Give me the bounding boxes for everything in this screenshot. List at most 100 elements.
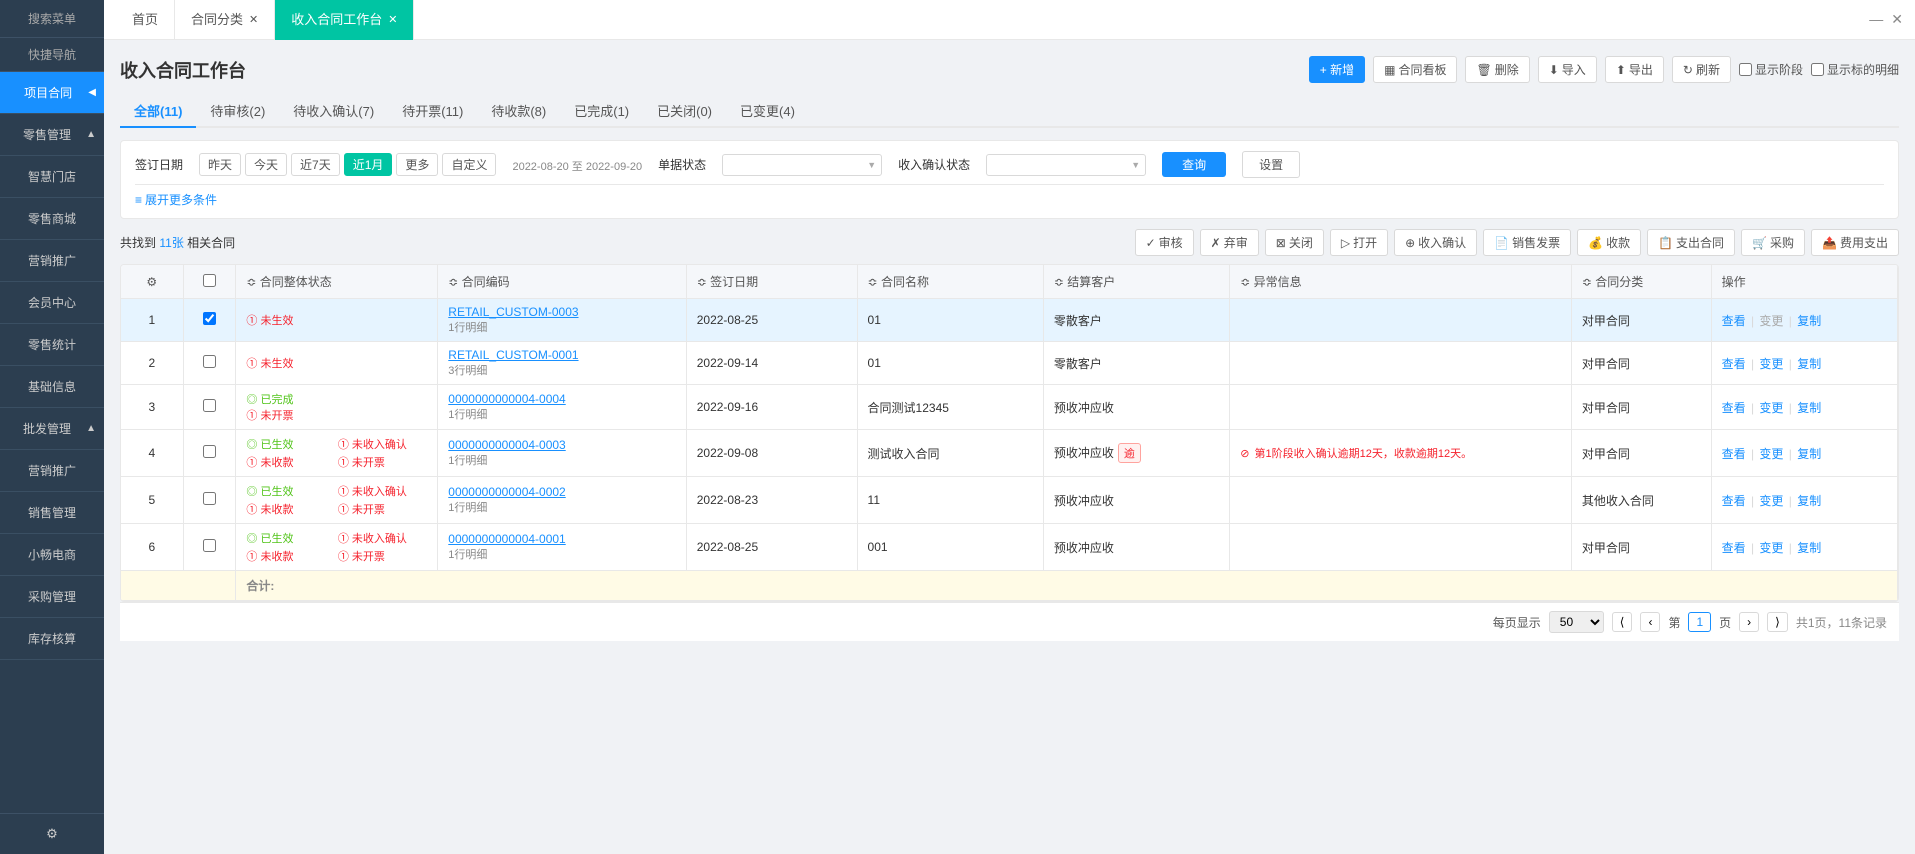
op-变更[interactable]: 变更	[1759, 314, 1783, 328]
contract-code-link[interactable]: RETAIL_CUSTOM-0003	[448, 305, 578, 319]
op-复制[interactable]: 复制	[1797, 447, 1821, 461]
col-header-check[interactable]	[183, 265, 236, 299]
op-变更[interactable]: 变更	[1759, 447, 1783, 461]
date-btn-7days[interactable]: 近7天	[291, 153, 340, 176]
sidebar-item-member[interactable]: 会员中心	[0, 282, 104, 324]
filter-tab-closed[interactable]: 已关闭(0)	[643, 95, 726, 128]
op-复制[interactable]: 复制	[1797, 357, 1821, 371]
tab-contract-category[interactable]: 合同分类 ✕	[175, 0, 275, 40]
row-checkbox-cell[interactable]	[183, 385, 236, 430]
minimize-icon[interactable]: —	[1869, 11, 1883, 28]
refresh-button[interactable]: ↻ 刷新	[1672, 56, 1731, 83]
tab-income-workbench-close[interactable]: ✕	[388, 0, 397, 40]
op-变更[interactable]: 变更	[1759, 401, 1783, 415]
query-button[interactable]: 查询	[1162, 152, 1226, 177]
op-查看[interactable]: 查看	[1722, 494, 1746, 508]
doc-status-select[interactable]	[722, 154, 882, 176]
sidebar-item-sales-mgmt[interactable]: 销售管理	[0, 492, 104, 534]
sidebar-item-project[interactable]: 项目合同 ◀	[0, 72, 104, 114]
date-btn-more[interactable]: 更多	[396, 153, 438, 176]
op-查看[interactable]: 查看	[1722, 357, 1746, 371]
date-btn-1month[interactable]: 近1月	[344, 153, 393, 176]
next-page-btn[interactable]: ›	[1739, 612, 1759, 632]
contract-code-link[interactable]: 0000000000004-0002	[448, 485, 565, 499]
op-复制[interactable]: 复制	[1797, 494, 1821, 508]
op-查看[interactable]: 查看	[1722, 447, 1746, 461]
row-code[interactable]: 0000000000004-00021行明细	[438, 477, 686, 524]
filter-tab-all[interactable]: 全部(11)	[120, 95, 196, 128]
contract-code-link[interactable]: 0000000000004-0004	[448, 392, 565, 406]
date-btn-today[interactable]: 今天	[245, 153, 287, 176]
sidebar-item-purchase-mgmt[interactable]: 采购管理	[0, 576, 104, 618]
filter-tab-done[interactable]: 已完成(1)	[560, 95, 643, 128]
row-checkbox[interactable]	[203, 445, 216, 458]
income-confirm-btn[interactable]: ⊕ 收入确认	[1394, 229, 1477, 256]
row-checkbox-cell[interactable]	[183, 299, 236, 342]
sidebar-item-wholesale-mgmt[interactable]: 批发管理 ▲	[0, 408, 104, 450]
sidebar-quick-nav[interactable]: 快捷导航	[0, 38, 104, 72]
add-button[interactable]: + 新增	[1309, 56, 1365, 83]
show-phase-checkbox[interactable]: 显示阶段	[1739, 61, 1803, 78]
col-header-settings[interactable]: ⚙	[121, 265, 183, 299]
filter-tab-changed[interactable]: 已变更(4)	[726, 95, 809, 128]
filter-tab-pending-review[interactable]: 待审核(2)	[196, 95, 279, 128]
tab-income-workbench[interactable]: 收入合同工作台 ✕	[275, 0, 414, 40]
expense-out-btn[interactable]: 📤 费用支出	[1811, 229, 1899, 256]
column-settings-icon[interactable]: ⚙	[146, 275, 157, 289]
op-变更[interactable]: 变更	[1759, 494, 1783, 508]
op-变更[interactable]: 变更	[1759, 541, 1783, 555]
close-icon[interactable]: ✕	[1891, 11, 1903, 28]
contract-code-link[interactable]: 0000000000004-0003	[448, 438, 565, 452]
op-查看[interactable]: 查看	[1722, 401, 1746, 415]
review-button[interactable]: ✓ 审核	[1135, 229, 1194, 256]
delete-button[interactable]: 🗑 删除	[1465, 56, 1529, 83]
row-code[interactable]: RETAIL_CUSTOM-00031行明细	[438, 299, 686, 342]
set-button[interactable]: 设置	[1242, 151, 1300, 178]
contract-board-button[interactable]: ▦ 合同看板	[1373, 56, 1457, 83]
sidebar-item-inventory[interactable]: 库存核算	[0, 618, 104, 660]
row-code[interactable]: 0000000000004-00011行明细	[438, 524, 686, 571]
row-checkbox[interactable]	[203, 539, 216, 552]
row-checkbox[interactable]	[203, 355, 216, 368]
sidebar-settings[interactable]: ⚙	[0, 813, 104, 854]
import-button[interactable]: ⬇ 导入	[1538, 56, 1597, 83]
purchase-btn[interactable]: 🛒 采购	[1741, 229, 1805, 256]
tab-contract-category-close[interactable]: ✕	[249, 0, 258, 40]
close-button[interactable]: ⊠ 关闭	[1265, 229, 1324, 256]
row-checkbox[interactable]	[203, 492, 216, 505]
select-all-checkbox[interactable]	[203, 274, 216, 287]
filter-tab-pending-confirm[interactable]: 待收入确认(7)	[279, 95, 388, 128]
last-page-btn[interactable]: ⟩	[1767, 612, 1788, 632]
date-btn-yesterday[interactable]: 昨天	[199, 153, 241, 176]
op-查看[interactable]: 查看	[1722, 541, 1746, 555]
row-checkbox-cell[interactable]	[183, 430, 236, 477]
op-查看[interactable]: 查看	[1722, 314, 1746, 328]
export-button[interactable]: ⬆ 导出	[1605, 56, 1664, 83]
per-page-select[interactable]: 50 100 200	[1549, 611, 1604, 633]
sidebar-item-smart-store[interactable]: 智慧门店	[0, 156, 104, 198]
sidebar-search[interactable]: 搜索菜单	[0, 0, 104, 38]
filter-tab-pending-invoice[interactable]: 待开票(11)	[388, 95, 477, 128]
sidebar-item-sales-marketing[interactable]: 营销推广	[0, 450, 104, 492]
filter-tab-pending-collect[interactable]: 待收款(8)	[477, 95, 560, 128]
collect-btn[interactable]: 💰 收款	[1577, 229, 1641, 256]
row-checkbox-cell[interactable]	[183, 524, 236, 571]
contract-code-link[interactable]: RETAIL_CUSTOM-0001	[448, 348, 578, 362]
tab-home[interactable]: 首页	[116, 0, 175, 40]
sidebar-item-retail-stats[interactable]: 零售统计	[0, 324, 104, 366]
open-button[interactable]: ▷ 打开	[1330, 229, 1388, 256]
contract-code-link[interactable]: 0000000000004-0001	[448, 532, 565, 546]
row-code[interactable]: 0000000000004-00041行明细	[438, 385, 686, 430]
op-复制[interactable]: 复制	[1797, 541, 1821, 555]
row-checkbox-cell[interactable]	[183, 342, 236, 385]
row-code[interactable]: 0000000000004-00031行明细	[438, 430, 686, 477]
date-btn-custom[interactable]: 自定义	[442, 153, 496, 176]
op-复制[interactable]: 复制	[1797, 314, 1821, 328]
sidebar-item-basic-info[interactable]: 基础信息	[0, 366, 104, 408]
abandon-review-button[interactable]: ✗ 弃审	[1200, 229, 1259, 256]
op-复制[interactable]: 复制	[1797, 401, 1821, 415]
row-checkbox[interactable]	[203, 312, 216, 325]
sidebar-item-xiaochang[interactable]: 小畅电商	[0, 534, 104, 576]
prev-page-btn[interactable]: ‹	[1640, 612, 1660, 632]
op-变更[interactable]: 变更	[1759, 357, 1783, 371]
